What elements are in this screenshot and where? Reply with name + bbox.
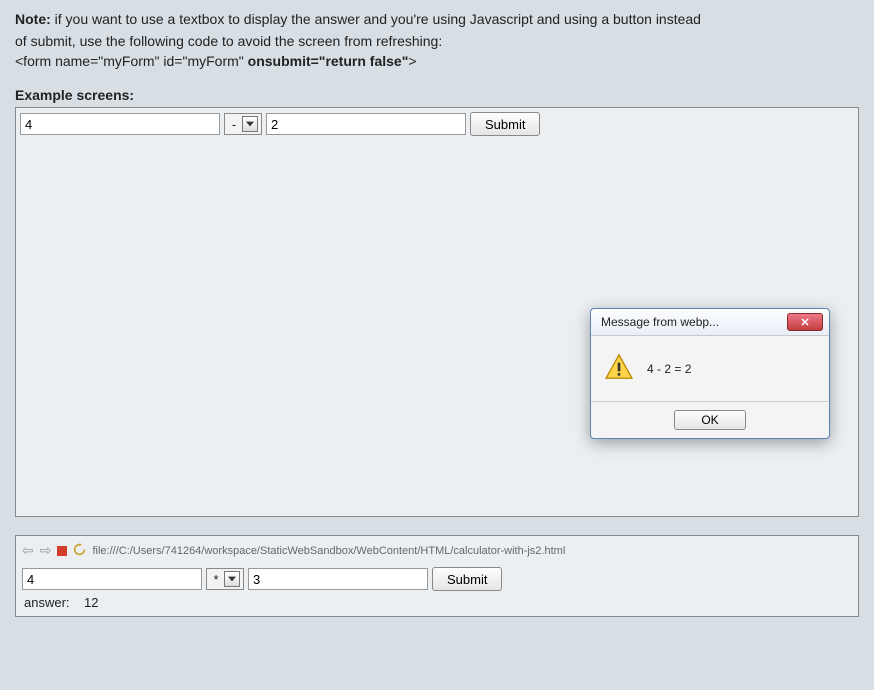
- submit-button-2[interactable]: Submit: [432, 567, 502, 591]
- example-screens-label: Example screens:: [15, 87, 859, 103]
- chevron-down-icon: [242, 116, 258, 132]
- note-text-line1: if you want to use a textbox to display …: [55, 11, 701, 27]
- close-icon: ✕: [800, 316, 809, 329]
- browser-toolbar: ⇦ ⇨ file:///C:/Users/741264/workspace/St…: [22, 542, 852, 559]
- calc-form-row: - Submit: [20, 112, 854, 136]
- dialog-title-text: Message from webp...: [601, 315, 719, 329]
- back-arrow-icon[interactable]: ⇦: [22, 542, 34, 559]
- code-snippet: <form name="myForm" id="myForm" onsubmit…: [15, 53, 859, 69]
- answer-label: answer:: [24, 595, 70, 610]
- num1-input[interactable]: [20, 113, 220, 135]
- num2-input[interactable]: [266, 113, 466, 135]
- operator-value-2: *: [210, 572, 222, 587]
- code-suffix: >: [408, 53, 416, 69]
- num2-input-2[interactable]: [248, 568, 428, 590]
- alert-dialog: Message from webp... ✕ 4 - 2 = 2 OK: [590, 308, 830, 439]
- dialog-footer: OK: [591, 401, 829, 438]
- operator-select-2[interactable]: *: [206, 568, 244, 590]
- code-prefix: <form name="myForm" id="myForm": [15, 53, 248, 69]
- answer-value: 12: [84, 595, 98, 610]
- num1-input-2[interactable]: [22, 568, 202, 590]
- dialog-message: 4 - 2 = 2: [647, 362, 691, 376]
- refresh-icon[interactable]: [73, 543, 86, 559]
- example-2-panel: ⇦ ⇨ file:///C:/Users/741264/workspace/St…: [15, 535, 859, 617]
- calc-form-row-2: * Submit: [22, 567, 852, 591]
- url-bar[interactable]: file:///C:/Users/741264/workspace/Static…: [92, 545, 565, 557]
- note-paragraph: Note: if you want to use a textbox to di…: [15, 10, 859, 30]
- example-1-panel: - Submit Message from webp... ✕ 4 - 2 =: [15, 107, 859, 517]
- forward-arrow-icon[interactable]: ⇨: [40, 542, 52, 559]
- stop-icon[interactable]: [57, 546, 67, 556]
- ok-button[interactable]: OK: [674, 410, 745, 430]
- code-bold: onsubmit="return false": [248, 53, 409, 69]
- dialog-body: 4 - 2 = 2: [591, 336, 829, 401]
- chevron-down-icon: [224, 571, 240, 587]
- warning-icon: [605, 354, 633, 383]
- operator-value: -: [228, 117, 240, 132]
- submit-button[interactable]: Submit: [470, 112, 540, 136]
- note-label: Note:: [15, 11, 51, 27]
- operator-select[interactable]: -: [224, 113, 262, 135]
- close-button[interactable]: ✕: [787, 313, 823, 331]
- dialog-titlebar: Message from webp... ✕: [591, 309, 829, 336]
- answer-output: answer: 12: [22, 595, 852, 610]
- note-line2: of submit, use the following code to avo…: [15, 32, 859, 52]
